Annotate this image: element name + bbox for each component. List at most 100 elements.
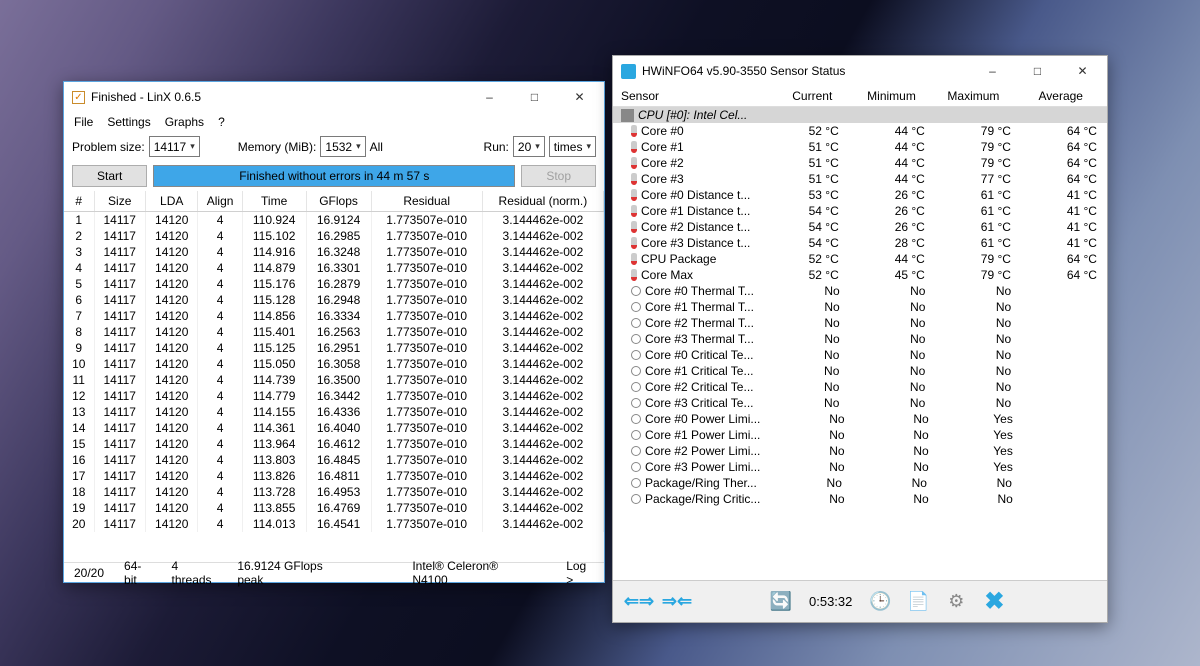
status-threads: 4 threads — [172, 559, 218, 587]
status-progress: 20/20 — [74, 566, 104, 580]
chevron-down-icon: ▾ — [586, 141, 591, 152]
sensor-row[interactable]: Core #151 °C44 °C79 °C64 °C — [613, 139, 1107, 155]
sensor-row[interactable]: Package/Ring Critic...NoNoNo — [613, 491, 1107, 507]
sensor-row[interactable]: Core #2 Distance t...54 °C26 °C61 °C41 °… — [613, 219, 1107, 235]
sensor-row[interactable]: Core #3 Critical Te...NoNoNo — [613, 395, 1107, 411]
table-row[interactable]: 1114117141204114.73916.35001.773507e-010… — [64, 372, 604, 388]
col-lda[interactable]: LDA — [145, 191, 198, 212]
col-align[interactable]: Align — [198, 191, 242, 212]
col-minimum[interactable]: Minimum — [838, 89, 922, 103]
col-idx[interactable]: # — [64, 191, 94, 212]
table-row[interactable]: 514117141204115.17616.28791.773507e-0103… — [64, 276, 604, 292]
table-row[interactable]: 1914117141204113.85516.47691.773507e-010… — [64, 500, 604, 516]
combo-problem-size[interactable]: 14117▾ — [149, 136, 200, 157]
linx-params-row: Problem size: 14117▾ Memory (MiB): 1532▾… — [64, 132, 604, 161]
table-row[interactable]: 914117141204115.12516.29511.773507e-0103… — [64, 340, 604, 356]
sensor-row[interactable]: Core #3 Distance t...54 °C28 °C61 °C41 °… — [613, 235, 1107, 251]
table-row[interactable]: 1214117141204114.77916.34421.773507e-010… — [64, 388, 604, 404]
table-row[interactable]: 214117141204115.10216.29851.773507e-0103… — [64, 228, 604, 244]
maximize-button[interactable]: □ — [1015, 57, 1060, 85]
sensor-row[interactable]: Core #1 Power Limi...NoNoYes — [613, 427, 1107, 443]
sensor-row[interactable]: Core #1 Critical Te...NoNoNo — [613, 363, 1107, 379]
linx-titlebar[interactable]: ✓ Finished - LinX 0.6.5 ‒ □ ✕ — [64, 82, 604, 112]
sensor-row[interactable]: Core #0 Critical Te...NoNoNo — [613, 347, 1107, 363]
clock-icon[interactable]: 🕒 — [864, 586, 896, 618]
col-residual[interactable]: Residual — [371, 191, 482, 212]
label-memory: Memory (MiB): — [238, 140, 317, 154]
circle-icon — [631, 414, 641, 424]
combo-run[interactable]: 20▾ — [513, 136, 545, 157]
thermometer-icon — [631, 269, 637, 281]
close-button[interactable]: ✕ — [1060, 57, 1105, 85]
menu-graphs[interactable]: Graphs — [165, 115, 204, 129]
minimize-button[interactable]: ‒ — [970, 57, 1015, 85]
table-row[interactable]: 1014117141204115.05016.30581.773507e-010… — [64, 356, 604, 372]
table-row[interactable]: 1514117141204113.96416.46121.773507e-010… — [64, 436, 604, 452]
sensor-row[interactable]: Core #3 Thermal T...NoNoNo — [613, 331, 1107, 347]
sensor-row[interactable]: Core #3 Power Limi...NoNoYes — [613, 459, 1107, 475]
minimize-button[interactable]: ‒ — [467, 83, 512, 111]
sensor-row[interactable]: Core #052 °C44 °C79 °C64 °C — [613, 123, 1107, 139]
sensor-row[interactable]: CPU Package52 °C44 °C79 °C64 °C — [613, 251, 1107, 267]
status-arch: 64-bit — [124, 559, 151, 587]
col-size[interactable]: Size — [94, 191, 145, 212]
chevron-down-icon: ▾ — [356, 141, 361, 152]
hwinfo-body[interactable]: CPU [#0]: Intel Cel... Core #052 °C44 °C… — [613, 107, 1107, 580]
sensor-row[interactable]: Core #251 °C44 °C79 °C64 °C — [613, 155, 1107, 171]
settings-button[interactable]: ⚙ — [940, 586, 972, 618]
table-row[interactable]: 114117141204110.92416.91241.773507e-0103… — [64, 212, 604, 229]
maximize-button[interactable]: □ — [512, 83, 557, 111]
col-residual-norm[interactable]: Residual (norm.) — [482, 191, 603, 212]
table-row[interactable]: 1714117141204113.82616.48111.773507e-010… — [64, 468, 604, 484]
combo-memory[interactable]: 1532▾ — [320, 136, 365, 157]
table-row[interactable]: 1614117141204113.80316.48451.773507e-010… — [64, 452, 604, 468]
table-row[interactable]: 314117141204114.91616.32481.773507e-0103… — [64, 244, 604, 260]
sensor-row[interactable]: Package/Ring Ther...NoNoNo — [613, 475, 1107, 491]
save-button[interactable]: 📄 — [902, 586, 934, 618]
sensor-row[interactable]: Core #0 Power Limi...NoNoYes — [613, 411, 1107, 427]
table-row[interactable]: 814117141204115.40116.25631.773507e-0103… — [64, 324, 604, 340]
sensor-row[interactable]: Core #0 Distance t...53 °C26 °C61 °C41 °… — [613, 187, 1107, 203]
label-all[interactable]: All — [370, 140, 383, 154]
table-row[interactable]: 614117141204115.12816.29481.773507e-0103… — [64, 292, 604, 308]
sensor-row[interactable]: Core Max52 °C45 °C79 °C64 °C — [613, 267, 1107, 283]
stop-button[interactable]: Stop — [521, 165, 596, 187]
col-gflops[interactable]: GFlops — [306, 191, 371, 212]
col-maximum[interactable]: Maximum — [922, 89, 1006, 103]
table-row[interactable]: 1814117141204113.72816.49531.773507e-010… — [64, 484, 604, 500]
sensor-row[interactable]: Core #2 Power Limi...NoNoYes — [613, 443, 1107, 459]
circle-icon — [631, 286, 641, 296]
table-row[interactable]: 1314117141204114.15516.43361.773507e-010… — [64, 404, 604, 420]
menu-settings[interactable]: Settings — [107, 115, 150, 129]
col-current[interactable]: Current — [755, 89, 839, 103]
sensor-row[interactable]: Core #1 Distance t...54 °C26 °C61 °C41 °… — [613, 203, 1107, 219]
collapse-button[interactable]: ⇒⇐ — [661, 586, 693, 618]
col-sensor[interactable]: Sensor — [621, 89, 755, 103]
sensor-row[interactable]: Core #2 Critical Te...NoNoNo — [613, 379, 1107, 395]
sensor-row[interactable]: Core #2 Thermal T...NoNoNo — [613, 315, 1107, 331]
close-button[interactable]: ✕ — [557, 83, 602, 111]
start-button[interactable]: Start — [72, 165, 147, 187]
menu-help[interactable]: ? — [218, 115, 225, 129]
col-time[interactable]: Time — [242, 191, 306, 212]
sensor-row[interactable]: Core #351 °C44 °C77 °C64 °C — [613, 171, 1107, 187]
refresh-button[interactable]: 🔄 — [765, 586, 797, 618]
log-button[interactable]: Log > — [566, 559, 594, 587]
sensor-row[interactable]: Core #1 Thermal T...NoNoNo — [613, 299, 1107, 315]
table-row[interactable]: 714117141204114.85616.33341.773507e-0103… — [64, 308, 604, 324]
table-row[interactable]: 414117141204114.87916.33011.773507e-0103… — [64, 260, 604, 276]
table-row[interactable]: 2014117141204114.01316.45411.773507e-010… — [64, 516, 604, 532]
col-average[interactable]: Average — [1005, 89, 1089, 103]
status-cpu: Intel® Celeron® N4100 — [412, 559, 526, 587]
expand-button[interactable]: ⇐⇒ — [623, 586, 655, 618]
sensor-row[interactable]: Core #0 Thermal T...NoNoNo — [613, 283, 1107, 299]
circle-icon — [631, 478, 641, 488]
menu-file[interactable]: File — [74, 115, 93, 129]
table-row[interactable]: 1414117141204114.36116.40401.773507e-010… — [64, 420, 604, 436]
close-tool-button[interactable]: ✖ — [978, 586, 1010, 618]
linx-menubar: File Settings Graphs ? — [64, 112, 604, 132]
linx-statusbar: 20/20 64-bit 4 threads 16.9124 GFlops pe… — [64, 562, 604, 582]
combo-times[interactable]: times▾ — [549, 136, 596, 157]
hwinfo-titlebar[interactable]: HWiNFO64 v5.90-3550 Sensor Status ‒ □ ✕ — [613, 56, 1107, 86]
cpu-group-row[interactable]: CPU [#0]: Intel Cel... — [613, 107, 1107, 123]
